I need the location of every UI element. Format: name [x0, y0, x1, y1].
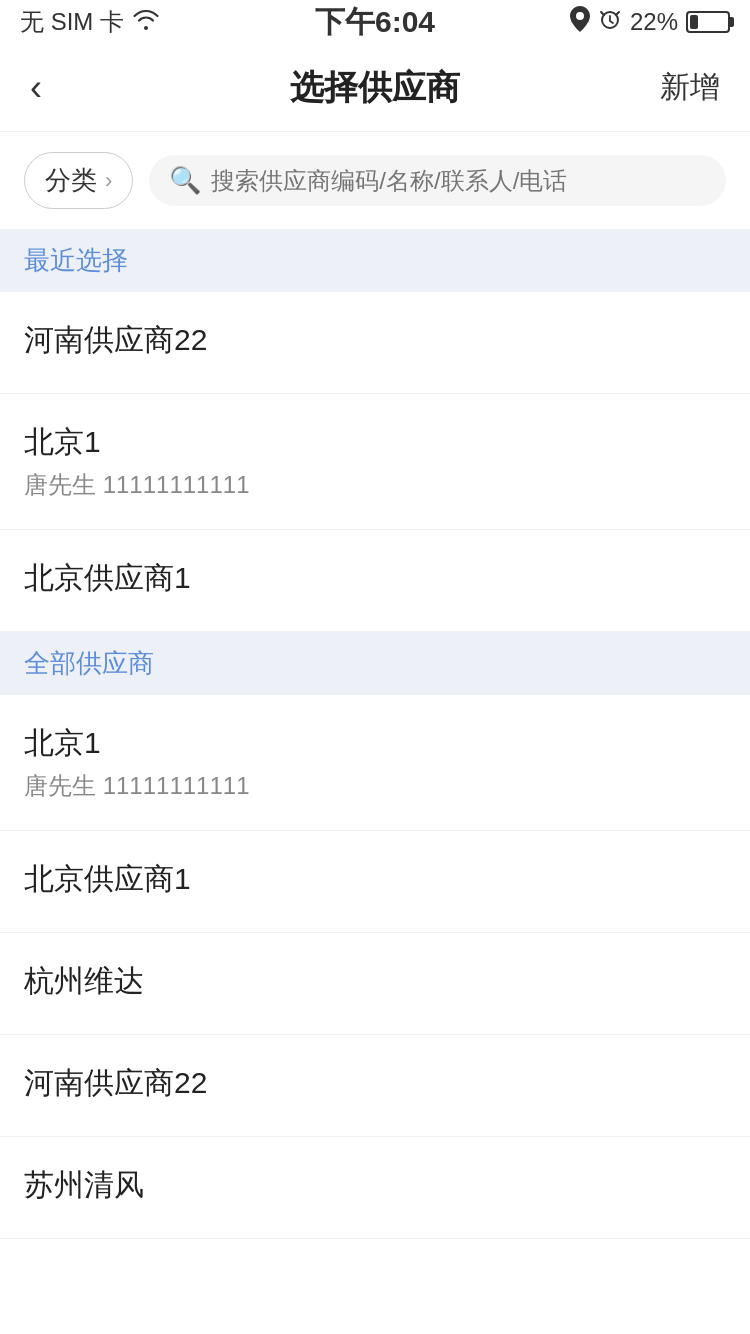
search-input[interactable] — [211, 167, 706, 195]
list-item[interactable]: 北京供应商1 — [0, 831, 750, 933]
carrier-label: 无 SIM 卡 — [20, 6, 124, 38]
battery-label: 22% — [630, 8, 678, 36]
battery-icon — [686, 11, 730, 33]
item-sub: 唐先生 11111111111 — [24, 770, 726, 802]
all-section-header: 全部供应商 — [0, 632, 750, 695]
filter-bar: 分类 › 🔍 — [0, 132, 750, 229]
item-name: 北京1 — [24, 723, 726, 764]
item-sub: 唐先生 11111111111 — [24, 469, 726, 501]
nav-bar: ‹ 选择供应商 新增 — [0, 44, 750, 132]
new-add-button[interactable]: 新增 — [660, 67, 720, 108]
list-item[interactable]: 河南供应商22 — [0, 292, 750, 394]
status-bar: 无 SIM 卡 下午6:04 22% — [0, 0, 750, 44]
list-item[interactable]: 苏州清风 — [0, 1137, 750, 1239]
list-item[interactable]: 北京1 唐先生 11111111111 — [0, 394, 750, 530]
status-left: 无 SIM 卡 — [20, 6, 160, 38]
recent-items-list: 河南供应商22 北京1 唐先生 11111111111 北京供应商1 — [0, 292, 750, 632]
list-item[interactable]: 北京供应商1 — [0, 530, 750, 632]
chevron-right-icon: › — [105, 168, 112, 194]
list-item[interactable]: 杭州维达 — [0, 933, 750, 1035]
time-label: 下午6:04 — [315, 2, 435, 43]
page-title: 选择供应商 — [290, 65, 460, 111]
search-box: 🔍 — [149, 155, 726, 206]
recent-section-label: 最近选择 — [24, 245, 128, 275]
category-label: 分类 — [45, 163, 97, 198]
item-name: 河南供应商22 — [24, 1063, 726, 1104]
item-name: 河南供应商22 — [24, 320, 726, 361]
wifi-icon — [132, 8, 160, 36]
all-items-list: 北京1 唐先生 11111111111 北京供应商1 杭州维达河南供应商22 苏州清风 — [0, 695, 750, 1239]
recent-section-header: 最近选择 — [0, 229, 750, 292]
alarm-icon — [598, 7, 622, 37]
back-button[interactable]: ‹ — [30, 67, 90, 109]
list-item[interactable]: 河南供应商22 — [0, 1035, 750, 1137]
item-name: 北京供应商1 — [24, 558, 726, 599]
all-section-label: 全部供应商 — [24, 648, 154, 678]
item-name: 北京供应商1 — [24, 859, 726, 900]
item-name: 北京1 — [24, 422, 726, 463]
search-icon: 🔍 — [169, 165, 201, 196]
item-name: 杭州维达 — [24, 961, 726, 1002]
status-right: 22% — [570, 6, 730, 38]
category-filter-button[interactable]: 分类 › — [24, 152, 133, 209]
location-icon — [570, 6, 590, 38]
list-item[interactable]: 北京1 唐先生 11111111111 — [0, 695, 750, 831]
item-name: 苏州清风 — [24, 1165, 726, 1206]
